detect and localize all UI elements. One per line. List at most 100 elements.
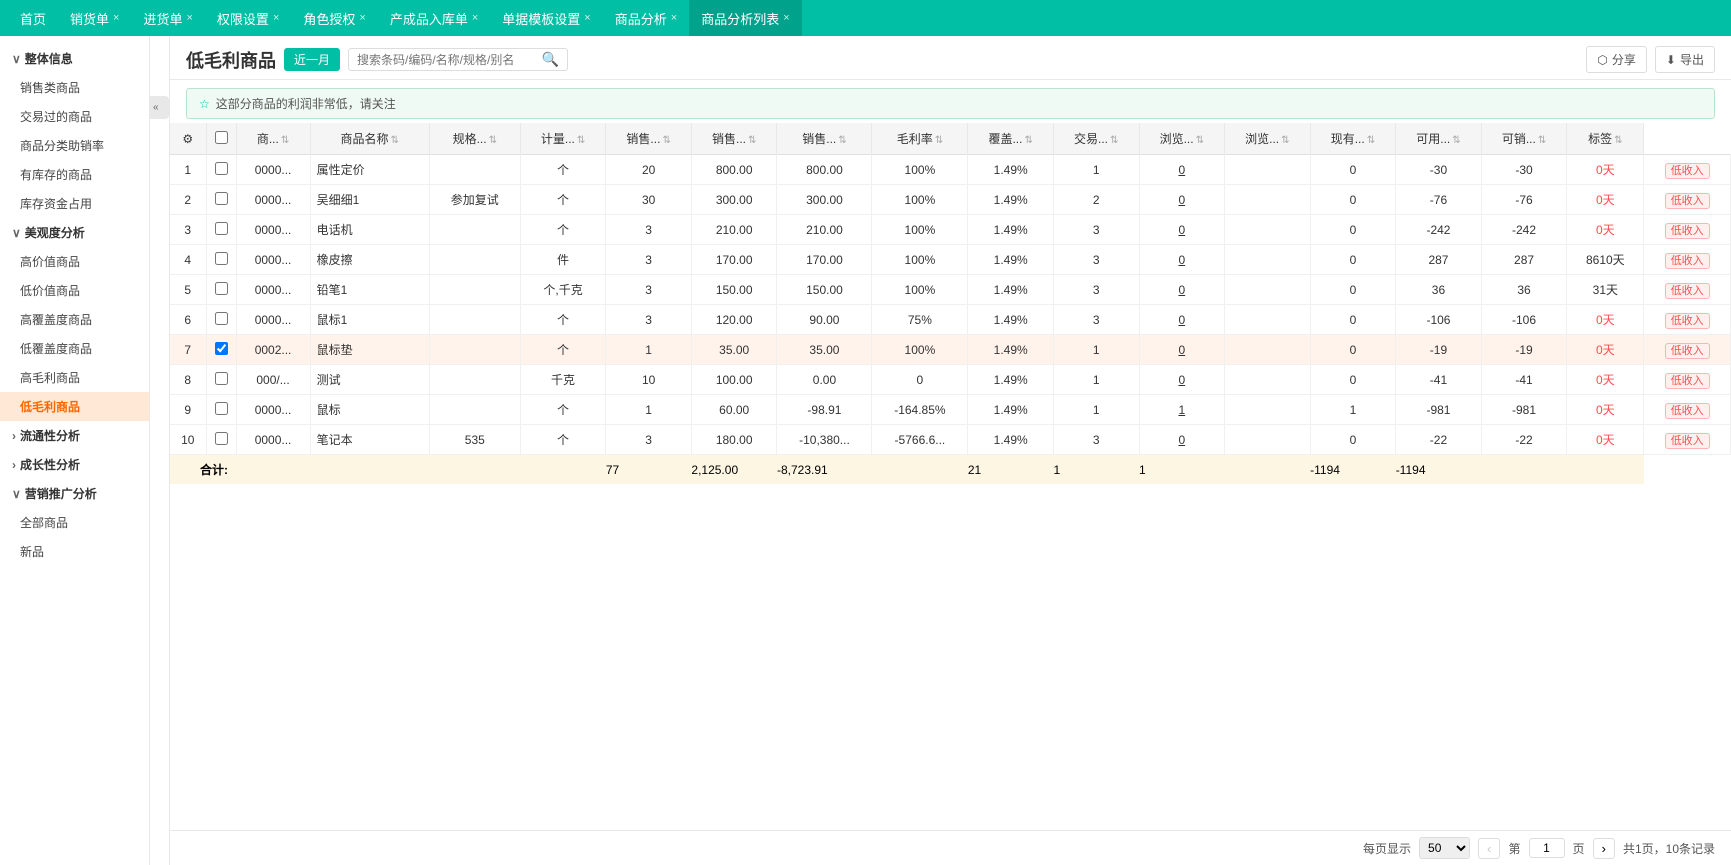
trade-link[interactable]: 0 [1178,313,1185,327]
sidebar-item-high-margin[interactable]: 高毛利商品 [0,363,149,392]
row-checkbox[interactable] [215,402,228,415]
close-icon[interactable]: × [472,12,478,24]
close-icon[interactable]: × [584,12,590,24]
th-browse2[interactable]: 浏览...⇅ [1225,123,1311,155]
th-name[interactable]: 商品名称⇅ [310,123,429,155]
th-unit[interactable]: 计量...⇅ [520,123,606,155]
row-trade[interactable]: 0 [1139,305,1225,335]
sidebar-item-traded-goods[interactable]: 交易过的商品 [0,102,149,131]
row-checkbox[interactable] [215,222,228,235]
close-icon[interactable]: × [671,12,677,24]
row-checkbox-cell[interactable] [206,185,236,215]
trade-link[interactable]: 0 [1178,283,1185,297]
th-spec[interactable]: 规格...⇅ [429,123,520,155]
row-trade[interactable]: 0 [1139,245,1225,275]
row-trade[interactable]: 0 [1139,275,1225,305]
sidebar-item-all-goods[interactable]: 全部商品 [0,508,149,537]
th-browse1[interactable]: 浏览...⇅ [1139,123,1225,155]
th-qty[interactable]: 销售...⇅ [606,123,692,155]
row-checkbox-cell[interactable] [206,275,236,305]
sidebar-item-category-rate[interactable]: 商品分类助销率 [0,131,149,160]
th-avail[interactable]: 可用...⇅ [1396,123,1482,155]
trade-link[interactable]: 0 [1178,433,1185,447]
row-checkbox[interactable] [215,162,228,175]
nav-sales[interactable]: 销货单 × [58,0,131,36]
nav-purchase[interactable]: 进货单 × [131,0,204,36]
sidebar-group-growth[interactable]: › 成长性分析 [0,450,149,479]
page-size-select[interactable]: 50 100 200 [1419,837,1470,859]
row-checkbox-cell[interactable] [206,335,236,365]
next-page-btn[interactable]: › [1593,838,1615,859]
sidebar-item-capital[interactable]: 库存资金占用 [0,189,149,218]
sidebar-item-high-value[interactable]: 高价值商品 [0,247,149,276]
nav-product-analysis-list[interactable]: 商品分析列表 × [689,0,801,36]
search-icon[interactable]: 🔍 [542,51,559,68]
row-checkbox[interactable] [215,372,228,385]
sidebar-item-new-goods[interactable]: 新品 [0,537,149,566]
row-trade[interactable]: 0 [1139,365,1225,395]
th-tag[interactable]: 标签⇅ [1567,123,1644,155]
row-checkbox-cell[interactable] [206,425,236,455]
row-checkbox-cell[interactable] [206,365,236,395]
sidebar-item-sales-goods[interactable]: 销售类商品 [0,73,149,102]
row-trade[interactable]: 0 [1139,215,1225,245]
row-checkbox[interactable] [215,252,228,265]
trade-link[interactable]: 0 [1178,223,1185,237]
row-checkbox-cell[interactable] [206,155,236,185]
export-button[interactable]: ⬇ 导出 [1655,46,1715,73]
trade-link[interactable]: 0 [1178,253,1185,267]
row-checkbox[interactable] [215,282,228,295]
close-icon[interactable]: × [783,12,789,24]
sidebar-group-beauty[interactable]: ∨ 美观度分析 [0,218,149,247]
row-checkbox-cell[interactable] [206,215,236,245]
th-sale-profit[interactable]: 销售...⇅ [777,123,872,155]
row-trade[interactable]: 1 [1139,395,1225,425]
sidebar-item-low-value[interactable]: 低价值商品 [0,276,149,305]
th-settings[interactable]: ⚙ [170,123,206,155]
page-number-input[interactable] [1529,838,1565,858]
sidebar-item-stocked-goods[interactable]: 有库存的商品 [0,160,149,189]
th-trade[interactable]: 交易...⇅ [1053,123,1139,155]
sidebar-group-flow[interactable]: › 流通性分析 [0,421,149,450]
row-checkbox-cell[interactable] [206,305,236,335]
sidebar-item-low-margin[interactable]: 低毛利商品 [0,392,149,421]
row-trade[interactable]: 0 [1139,185,1225,215]
th-stock[interactable]: 现有...⇅ [1310,123,1396,155]
sidebar-item-low-coverage[interactable]: 低覆盖度商品 [0,334,149,363]
nav-home[interactable]: 首页 [8,0,58,36]
trade-link[interactable]: 0 [1178,343,1185,357]
close-icon[interactable]: × [273,12,279,24]
row-checkbox[interactable] [215,192,228,205]
nav-template[interactable]: 单据模板设置 × [490,0,602,36]
trade-link[interactable]: 0 [1178,193,1185,207]
nav-product-analysis[interactable]: 商品分析 × [603,0,689,36]
row-trade[interactable]: 0 [1139,155,1225,185]
th-code[interactable]: 商...⇅ [236,123,310,155]
search-input[interactable] [357,53,542,67]
row-checkbox[interactable] [215,432,228,445]
close-icon[interactable]: × [186,12,192,24]
select-all-checkbox[interactable] [215,131,228,144]
row-trade[interactable]: 0 [1139,335,1225,365]
row-checkbox[interactable] [215,342,228,355]
sidebar-group-overall[interactable]: ∨ 整体信息 [0,44,149,73]
row-checkbox-cell[interactable] [206,245,236,275]
trade-link[interactable]: 1 [1178,403,1185,417]
nav-roles[interactable]: 角色授权 × [291,0,377,36]
row-trade[interactable]: 0 [1139,425,1225,455]
th-coverage[interactable]: 覆盖...⇅ [968,123,1054,155]
th-sale-amt[interactable]: 销售...⇅ [691,123,777,155]
period-button[interactable]: 近一月 [284,48,340,71]
prev-page-btn[interactable]: ‹ [1478,838,1500,859]
row-checkbox-cell[interactable] [206,395,236,425]
sidebar-item-high-coverage[interactable]: 高覆盖度商品 [0,305,149,334]
share-button[interactable]: ⬡ 分享 [1586,46,1647,73]
sidebar-group-marketing[interactable]: ∨ 营销推广分析 [0,479,149,508]
nav-permissions[interactable]: 权限设置 × [205,0,291,36]
th-gross-rate[interactable]: 毛利率⇅ [872,123,968,155]
th-checkbox[interactable] [206,123,236,155]
row-checkbox[interactable] [215,312,228,325]
nav-product-entry[interactable]: 产成品入库单 × [378,0,490,36]
th-sellable[interactable]: 可销...⇅ [1481,123,1567,155]
close-icon[interactable]: × [359,12,365,24]
